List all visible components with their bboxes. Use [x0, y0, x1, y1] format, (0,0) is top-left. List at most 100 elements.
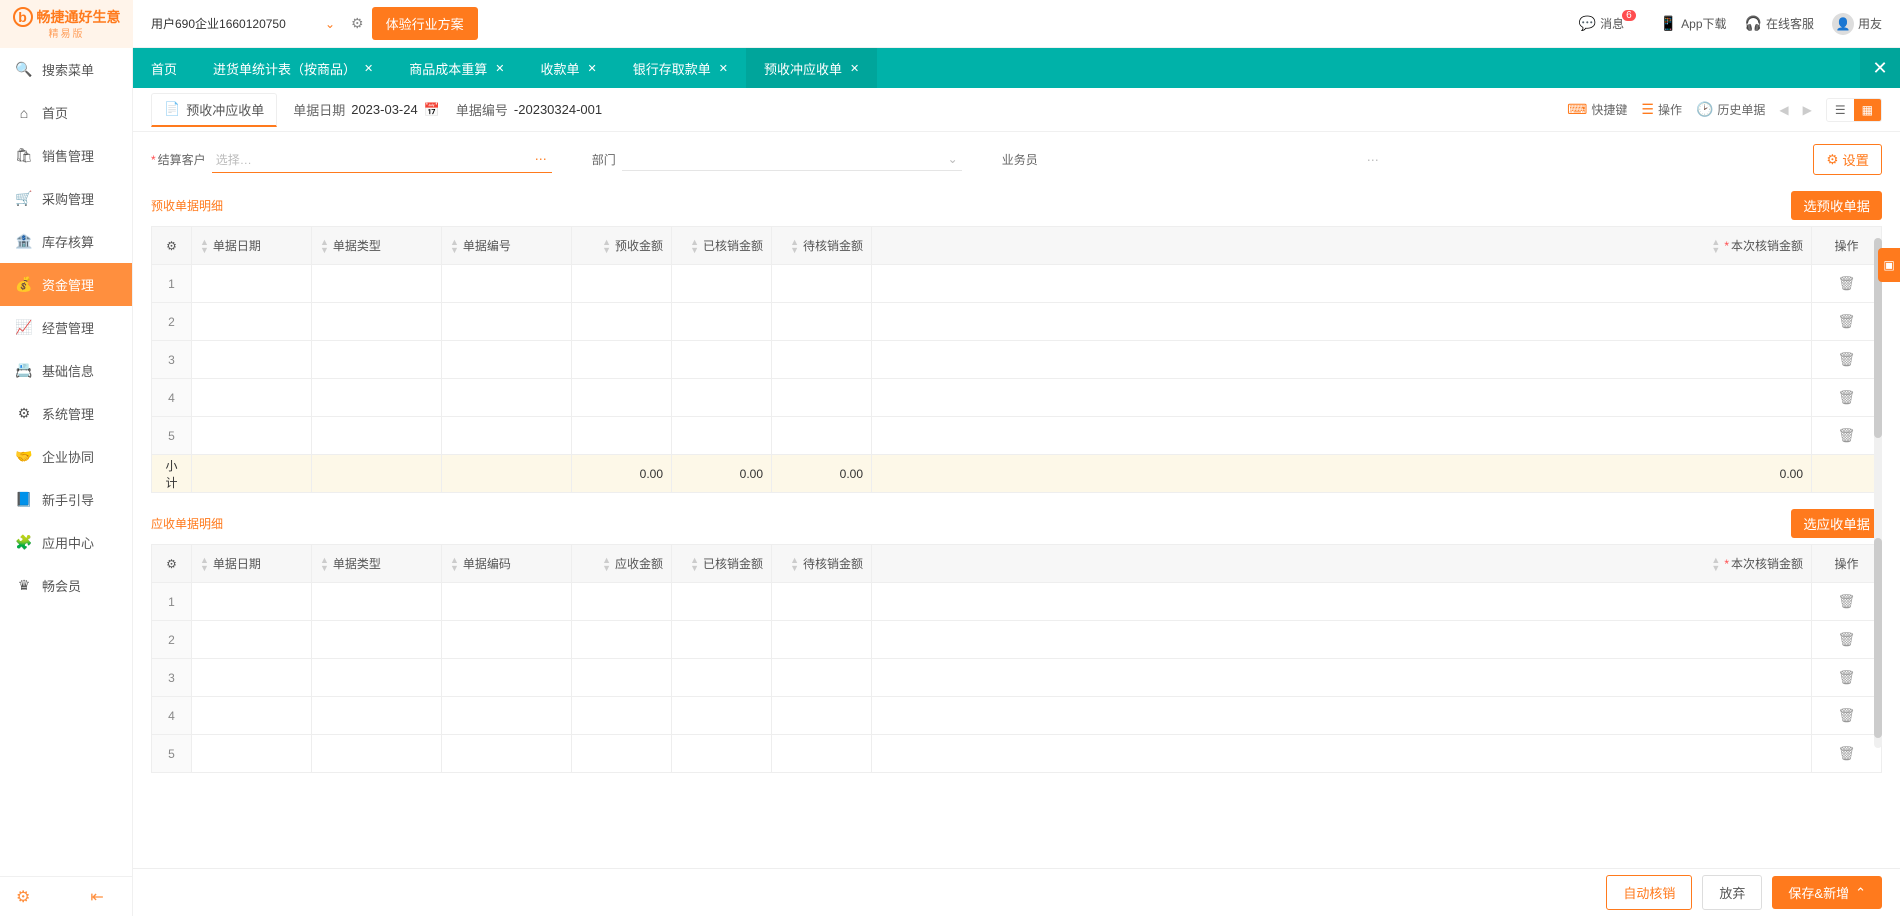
- shortcut-button[interactable]: ⌨快捷键: [1567, 101, 1627, 118]
- sidebar-icon: 📘: [16, 491, 32, 508]
- col-4[interactable]: ▲▼已核销金额: [672, 227, 772, 265]
- app-download-button[interactable]: 📱App下载: [1660, 15, 1727, 32]
- view-card-toggle[interactable]: ▦: [1854, 99, 1881, 121]
- sidebar-item-6[interactable]: 📈经营管理: [0, 306, 132, 349]
- table-row[interactable]: 1🗑: [152, 265, 1882, 303]
- col-2[interactable]: ▲▼单据编码: [442, 545, 572, 583]
- sidebar-item-4[interactable]: 🏦库存核算: [0, 220, 132, 263]
- col-0[interactable]: ▲▼单据日期: [192, 545, 312, 583]
- table-row[interactable]: 5🗑: [152, 735, 1882, 773]
- tab-2[interactable]: 商品成本重算✕: [391, 48, 522, 88]
- try-plan-button[interactable]: 体验行业方案: [372, 7, 478, 40]
- col-7[interactable]: 操作: [1812, 545, 1882, 583]
- sidebar-item-2[interactable]: 🛍销售管理: [0, 134, 132, 177]
- table-row[interactable]: 1🗑: [152, 583, 1882, 621]
- sidebar-collapse-icon[interactable]: ⇤: [90, 887, 103, 907]
- close-icon[interactable]: ✕: [364, 62, 373, 75]
- scrollbar[interactable]: [1874, 238, 1882, 748]
- sidebar-item-8[interactable]: ⚙系统管理: [0, 392, 132, 435]
- dept-select[interactable]: ⌄: [622, 148, 962, 171]
- tabbar-close-button[interactable]: ✕: [1860, 48, 1900, 88]
- col-1[interactable]: ▲▼单据类型: [312, 227, 442, 265]
- close-icon[interactable]: ✕: [495, 62, 504, 75]
- close-icon[interactable]: ✕: [850, 62, 859, 75]
- prev-doc-icon[interactable]: ◀: [1779, 103, 1788, 117]
- trash-icon[interactable]: 🗑: [1838, 745, 1856, 761]
- calendar-icon[interactable]: 📅: [424, 102, 440, 118]
- brand-name: 畅捷通好生意: [37, 7, 121, 27]
- tab-1[interactable]: 进货单统计表（按商品）✕: [195, 48, 391, 88]
- trash-icon[interactable]: 🗑: [1838, 593, 1856, 609]
- trash-icon[interactable]: 🗑: [1838, 351, 1856, 367]
- trash-icon[interactable]: 🗑: [1838, 669, 1856, 685]
- tab-3[interactable]: 收款单✕: [522, 48, 614, 88]
- col-0[interactable]: ▲▼单据日期: [192, 227, 312, 265]
- sidebar-label: 企业协同: [42, 447, 94, 466]
- brand-logo[interactable]: b畅捷通好生意 精易版: [0, 0, 133, 48]
- sidebar-item-0[interactable]: 🔍搜索菜单: [0, 48, 132, 91]
- tenant-select[interactable]: 用户690企业1660120750 ⌄: [143, 9, 343, 39]
- sec2-pick-button[interactable]: 选应收单据: [1791, 509, 1882, 538]
- trash-icon[interactable]: 🗑: [1838, 313, 1856, 329]
- view-list-toggle[interactable]: ☰: [1827, 99, 1854, 121]
- tenant-settings-icon[interactable]: ⚙: [351, 15, 364, 32]
- discard-button[interactable]: 放弃: [1702, 875, 1762, 910]
- table-row[interactable]: 3🗑: [152, 341, 1882, 379]
- col-5[interactable]: ▲▼待核销金额: [772, 227, 872, 265]
- auto-writeoff-button[interactable]: 自动核销: [1606, 875, 1692, 910]
- table-row[interactable]: 5🗑: [152, 417, 1882, 455]
- trash-icon[interactable]: 🗑: [1838, 631, 1856, 647]
- sidebar-settings-icon[interactable]: ⚙: [16, 887, 30, 907]
- col-2[interactable]: ▲▼单据编号: [442, 227, 572, 265]
- col-3[interactable]: ▲▼应收金额: [572, 545, 672, 583]
- doc-date[interactable]: 2023-03-24: [351, 102, 418, 117]
- table-row[interactable]: 2🗑: [152, 621, 1882, 659]
- col-3[interactable]: ▲▼预收金额: [572, 227, 672, 265]
- sidebar-item-3[interactable]: 🛒采购管理: [0, 177, 132, 220]
- owner-select[interactable]: ⋯: [1044, 149, 1384, 171]
- table-row[interactable]: 4🗑: [152, 697, 1882, 735]
- table-row[interactable]: 4🗑: [152, 379, 1882, 417]
- tab-0[interactable]: 首页: [133, 48, 195, 88]
- doc-type-tab[interactable]: 📄预收冲应收单: [151, 93, 277, 127]
- side-panel-handle[interactable]: ▣: [1878, 248, 1900, 282]
- table-row[interactable]: 2🗑: [152, 303, 1882, 341]
- user-menu[interactable]: 👤用友: [1832, 13, 1882, 35]
- col-settings[interactable]: ⚙: [152, 227, 192, 265]
- sidebar-label: 新手引导: [42, 490, 94, 509]
- customer-select[interactable]: 选择…⋯: [212, 147, 552, 173]
- trash-icon[interactable]: 🗑: [1838, 275, 1856, 291]
- close-icon[interactable]: ✕: [588, 62, 597, 75]
- table-row[interactable]: 3🗑: [152, 659, 1882, 697]
- sec1-pick-button[interactable]: 选预收单据: [1791, 191, 1882, 220]
- operations-button[interactable]: ☰操作: [1641, 101, 1682, 118]
- sidebar-item-10[interactable]: 📘 新手引导: [0, 478, 132, 521]
- col-settings[interactable]: ⚙: [152, 545, 192, 583]
- form-settings-button[interactable]: ⚙设置: [1813, 144, 1882, 175]
- col-4[interactable]: ▲▼已核销金额: [672, 545, 772, 583]
- save-new-button[interactable]: 保存&新增⌃: [1772, 876, 1882, 909]
- col-5[interactable]: ▲▼待核销金额: [772, 545, 872, 583]
- next-doc-icon[interactable]: ▶: [1803, 103, 1812, 117]
- customer-service-button[interactable]: 🎧在线客服: [1745, 15, 1814, 32]
- sidebar-item-11[interactable]: 🧩应用中心: [0, 521, 132, 564]
- sidebar-item-9[interactable]: 🤝企业协同: [0, 435, 132, 478]
- tab-4[interactable]: 银行存取款单✕: [615, 48, 746, 88]
- col-6[interactable]: ▲▼*本次核销金额: [872, 227, 1812, 265]
- col-6[interactable]: ▲▼*本次核销金额: [872, 545, 1812, 583]
- messages-button[interactable]: 💬消息6: [1579, 15, 1642, 32]
- history-button[interactable]: 🕑历史单据: [1696, 101, 1765, 118]
- sidebar-item-1[interactable]: ⌂首页: [0, 91, 132, 134]
- close-icon[interactable]: ✕: [719, 62, 728, 75]
- sidebar-item-7[interactable]: 📇基础信息: [0, 349, 132, 392]
- trash-icon[interactable]: 🗑: [1838, 389, 1856, 405]
- col-7[interactable]: 操作: [1812, 227, 1882, 265]
- trash-icon[interactable]: 🗑: [1838, 427, 1856, 443]
- sidebar-item-12[interactable]: ♛畅会员: [0, 564, 132, 607]
- trash-icon[interactable]: 🗑: [1838, 707, 1856, 723]
- tab-5[interactable]: 预收冲应收单✕: [746, 48, 877, 88]
- col-1[interactable]: ▲▼单据类型: [312, 545, 442, 583]
- gear-icon: ⚙: [1826, 152, 1838, 168]
- sidebar-icon: ⚙: [16, 405, 32, 422]
- sidebar-item-5[interactable]: 💰资金管理: [0, 263, 132, 306]
